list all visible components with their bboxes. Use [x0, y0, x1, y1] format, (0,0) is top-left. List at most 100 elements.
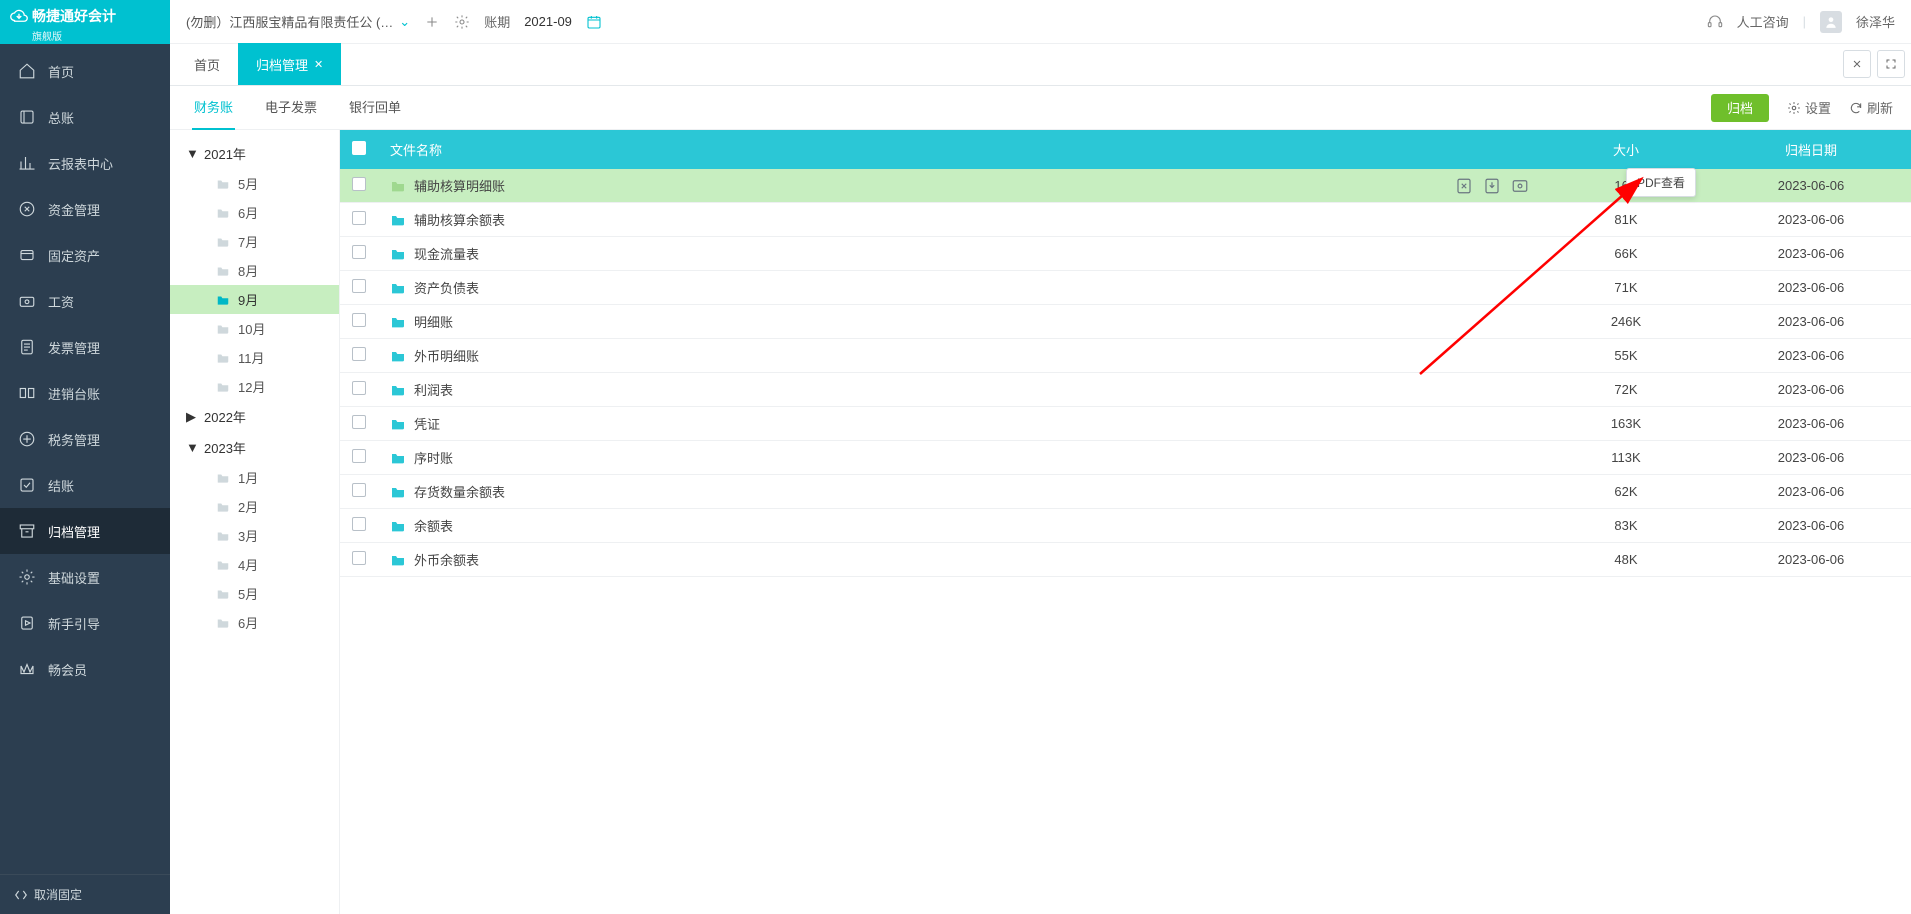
table-row[interactable]: 序时账 113K 2023-06-06: [340, 441, 1911, 475]
company-selector[interactable]: (勿删）江西服宝精品有限责任公 (… ⌄: [186, 12, 410, 31]
headset-icon[interactable]: [1707, 14, 1723, 30]
subtab[interactable]: 财务账: [192, 85, 235, 130]
sidebar-item-psi[interactable]: 进销台账: [0, 370, 170, 416]
tree-month[interactable]: 1月: [170, 463, 339, 492]
tree-month-label: 2月: [238, 497, 258, 516]
sidebar-item-tax[interactable]: 税务管理: [0, 416, 170, 462]
settings-link[interactable]: 设置: [1787, 98, 1831, 117]
avatar-icon[interactable]: [1820, 11, 1842, 33]
row-checkbox[interactable]: [340, 509, 378, 543]
sidebar-item-label: 首页: [48, 62, 74, 81]
file-name: 外币明细账: [414, 346, 479, 365]
close-icon[interactable]: ✕: [314, 58, 323, 71]
file-size: 48K: [1541, 543, 1711, 577]
tree-month[interactable]: 2月: [170, 492, 339, 521]
sidebar-item-ledger[interactable]: 总账: [0, 94, 170, 140]
row-checkbox[interactable]: [340, 169, 378, 203]
sidebar-item-label: 基础设置: [48, 568, 100, 587]
unpin-sidebar[interactable]: 取消固定: [0, 874, 170, 914]
page-tab[interactable]: 归档管理✕: [238, 43, 341, 85]
table-row[interactable]: 外币余额表 48K 2023-06-06: [340, 543, 1911, 577]
row-checkbox[interactable]: [340, 339, 378, 373]
content: 财务账电子发票银行回单 归档 设置 刷新 ▼2021年5月6月7月8月9月10月…: [170, 86, 1911, 914]
page-tab[interactable]: 首页: [176, 43, 238, 85]
table-row[interactable]: 利润表 72K 2023-06-06: [340, 373, 1911, 407]
add-icon[interactable]: [424, 14, 440, 30]
tree-month[interactable]: 6月: [170, 198, 339, 227]
sidebar-item-home[interactable]: 首页: [0, 48, 170, 94]
subtab[interactable]: 银行回单: [347, 85, 403, 130]
row-checkbox[interactable]: [340, 373, 378, 407]
topbar: (勿删）江西服宝精品有限责任公 (… ⌄ 账期 2021-09 人工咨询 | 徐…: [170, 0, 1911, 44]
tree-year-label: 2022年: [204, 407, 246, 426]
tree-month[interactable]: 5月: [170, 169, 339, 198]
calendar-icon[interactable]: [586, 14, 602, 30]
sidebar-item-funds[interactable]: 资金管理: [0, 186, 170, 232]
file-name: 余额表: [414, 516, 453, 535]
row-checkbox[interactable]: [340, 271, 378, 305]
tree-month[interactable]: 7月: [170, 227, 339, 256]
settings-label: 设置: [1805, 98, 1831, 117]
tree-month[interactable]: 3月: [170, 521, 339, 550]
file-date: 2023-06-06: [1711, 305, 1911, 339]
sidebar-item-archive[interactable]: 归档管理: [0, 508, 170, 554]
row-checkbox[interactable]: [340, 305, 378, 339]
guide-icon: [18, 614, 36, 632]
gear-icon: [1787, 101, 1801, 115]
tree-year[interactable]: ▶2022年: [170, 401, 339, 432]
tree-month[interactable]: 4月: [170, 550, 339, 579]
sidebar-item-vip[interactable]: 畅会员: [0, 646, 170, 692]
fullscreen-button[interactable]: [1877, 50, 1905, 78]
unpin-label: 取消固定: [34, 886, 82, 903]
tree-month[interactable]: 10月: [170, 314, 339, 343]
sidebar-item-settings[interactable]: 基础设置: [0, 554, 170, 600]
folder-icon: [216, 206, 230, 220]
close-tab-button[interactable]: [1843, 50, 1871, 78]
tree-month[interactable]: 6月: [170, 608, 339, 637]
tree-month[interactable]: 5月: [170, 579, 339, 608]
column-filename: 文件名称: [378, 130, 1541, 169]
sidebar-item-invoice[interactable]: 发票管理: [0, 324, 170, 370]
table-row[interactable]: 现金流量表 66K 2023-06-06: [340, 237, 1911, 271]
row-checkbox[interactable]: [340, 407, 378, 441]
row-checkbox[interactable]: [340, 441, 378, 475]
consult-link[interactable]: 人工咨询: [1737, 12, 1789, 31]
tree-year[interactable]: ▼2021年: [170, 138, 339, 169]
table-row[interactable]: 存货数量余额表 62K 2023-06-06: [340, 475, 1911, 509]
sidebar-item-guide[interactable]: 新手引导: [0, 600, 170, 646]
download-pdf-icon[interactable]: [1483, 177, 1501, 195]
subtab[interactable]: 电子发票: [263, 85, 319, 130]
tree-month[interactable]: 9月: [170, 285, 339, 314]
username[interactable]: 徐泽华: [1856, 12, 1895, 31]
select-all-header[interactable]: [340, 130, 378, 169]
tree-month-label: 9月: [238, 290, 258, 309]
sidebar-item-close[interactable]: 结账: [0, 462, 170, 508]
table-row[interactable]: 外币明细账 55K 2023-06-06: [340, 339, 1911, 373]
brand-name: 畅捷通好会计: [32, 6, 116, 26]
row-checkbox[interactable]: [340, 203, 378, 237]
folder-icon: [216, 471, 230, 485]
table-row[interactable]: 余额表 83K 2023-06-06: [340, 509, 1911, 543]
gear-icon[interactable]: [454, 14, 470, 30]
sidebar-item-salary[interactable]: 工资: [0, 278, 170, 324]
archive-button[interactable]: 归档: [1711, 94, 1769, 122]
table-row[interactable]: 凭证 163K 2023-06-06: [340, 407, 1911, 441]
file-date: 2023-06-06: [1711, 373, 1911, 407]
sidebar-item-reports[interactable]: 云报表中心: [0, 140, 170, 186]
sidebar-item-assets[interactable]: 固定资产: [0, 232, 170, 278]
download-excel-icon[interactable]: [1455, 177, 1473, 195]
refresh-link[interactable]: 刷新: [1849, 98, 1893, 117]
table-row[interactable]: 明细账 246K 2023-06-06: [340, 305, 1911, 339]
tree-year[interactable]: ▼2023年: [170, 432, 339, 463]
folder-icon: [390, 348, 406, 364]
tree-month[interactable]: 11月: [170, 343, 339, 372]
folder-icon: [390, 314, 406, 330]
row-checkbox[interactable]: [340, 475, 378, 509]
row-checkbox[interactable]: [340, 543, 378, 577]
table-row[interactable]: 辅助核算余额表 81K 2023-06-06: [340, 203, 1911, 237]
table-row[interactable]: 资产负债表 71K 2023-06-06: [340, 271, 1911, 305]
view-pdf-icon[interactable]: [1511, 177, 1529, 195]
tree-month[interactable]: 12月: [170, 372, 339, 401]
row-checkbox[interactable]: [340, 237, 378, 271]
tree-month[interactable]: 8月: [170, 256, 339, 285]
